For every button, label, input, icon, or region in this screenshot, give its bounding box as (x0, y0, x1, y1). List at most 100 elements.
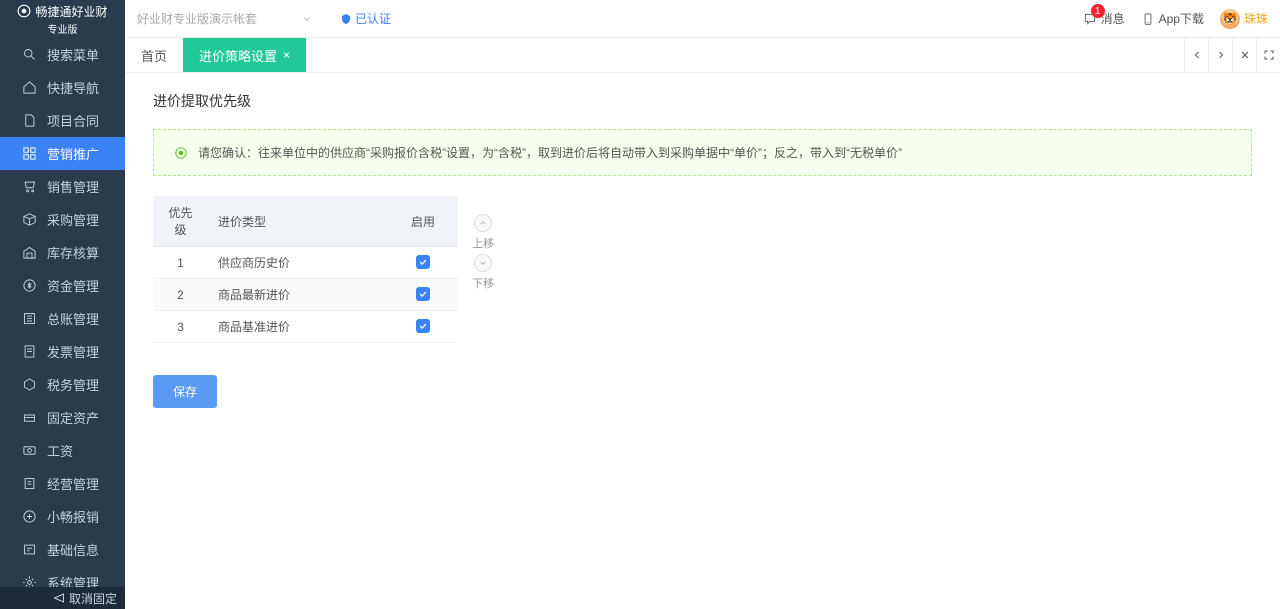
sidebar-item-label: 资金管理 (47, 276, 99, 295)
user-menu[interactable]: 🐯 珠珠 (1220, 9, 1268, 29)
cert-label: 已认证 (355, 10, 391, 27)
sidebar-item-10[interactable]: 税务管理 (0, 368, 125, 401)
sidebar-pin-toggle[interactable]: 取消固定 (0, 587, 125, 609)
sidebar-item-label: 固定资产 (47, 408, 99, 427)
cell-type: 商品最新进价 (208, 279, 388, 311)
app-download-button[interactable]: App下载 (1141, 10, 1204, 27)
sidebar-item-label: 系统管理 (47, 573, 99, 587)
th-priority: 优先级 (153, 196, 208, 247)
messages-button[interactable]: 消息 1 (1083, 10, 1125, 27)
cell-enable (388, 247, 458, 279)
sidebar-item-label: 基础信息 (47, 540, 99, 559)
sidebar-item-13[interactable]: 经营管理 (0, 467, 125, 500)
sidebar-item-14[interactable]: 小畅报销 (0, 500, 125, 533)
sidebar-item-12[interactable]: 工资 (0, 434, 125, 467)
sidebar-item-2[interactable]: 项目合同 (0, 104, 125, 137)
user-name: 珠珠 (1244, 10, 1268, 27)
sidebar-item-label: 搜索菜单 (47, 45, 99, 64)
sidebar-item-label: 工资 (47, 441, 73, 460)
company-selector[interactable]: 好业财专业版演示帐套 (137, 10, 312, 27)
asset-icon (22, 410, 37, 425)
info-icon (22, 542, 37, 557)
company-name: 好业财专业版演示帐套 (137, 10, 257, 27)
sidebar-item-1[interactable]: 快捷导航 (0, 71, 125, 104)
tab-active-label: 进价策略设置 (199, 46, 277, 65)
sidebar-item-label: 快捷导航 (47, 78, 99, 97)
invoice-icon (22, 344, 37, 359)
chevron-up-icon (474, 214, 492, 232)
messages-count: 1 (1091, 4, 1105, 18)
cell-enable (388, 311, 458, 343)
sidebar-item-label: 经营管理 (47, 474, 99, 493)
money-icon (22, 278, 37, 293)
manage-icon (22, 476, 37, 491)
cell-type: 商品基准进价 (208, 311, 388, 343)
brand-name: 畅捷通好业财 (35, 3, 107, 20)
sidebar-item-label: 库存核算 (47, 243, 99, 262)
tab-close-all-button[interactable] (1232, 38, 1256, 73)
tab-prev-button[interactable] (1184, 38, 1208, 73)
sidebar-item-3[interactable]: 营销推广 (0, 137, 125, 170)
move-down-button[interactable]: 下移 (472, 254, 494, 291)
sidebar-item-label: 发票管理 (47, 342, 99, 361)
sidebar-item-15[interactable]: 基础信息 (0, 533, 125, 566)
ledger-icon (22, 311, 37, 326)
sidebar-item-label: 总账管理 (47, 309, 99, 328)
sidebar-item-11[interactable]: 固定资产 (0, 401, 125, 434)
reimburse-icon (22, 509, 37, 524)
sidebar-item-5[interactable]: 采购管理 (0, 203, 125, 236)
tab-bar: 首页 进价策略设置 × (125, 38, 1280, 73)
grid-icon (22, 146, 37, 161)
table-row[interactable]: 1供应商历史价 (153, 247, 458, 279)
sidebar-item-label: 税务管理 (47, 375, 99, 394)
th-enable: 启用 (388, 196, 458, 247)
tax-icon (22, 377, 37, 392)
save-button[interactable]: 保存 (153, 375, 217, 408)
fullscreen-button[interactable] (1256, 38, 1280, 73)
tab-home-label: 首页 (141, 46, 167, 65)
move-down-label: 下移 (472, 275, 494, 291)
priority-table: 优先级 进价类型 启用 1供应商历史价2商品最新进价3商品基准进价 (153, 196, 458, 343)
table-row[interactable]: 2商品最新进价 (153, 279, 458, 311)
move-up-label: 上移 (472, 235, 494, 251)
checkbox-icon[interactable] (416, 319, 430, 333)
sidebar-item-label: 小畅报销 (47, 507, 99, 526)
sidebar-item-9[interactable]: 发票管理 (0, 335, 125, 368)
sidebar-footer-label: 取消固定 (69, 590, 117, 607)
sidebar-item-4[interactable]: 销售管理 (0, 170, 125, 203)
info-icon (174, 146, 188, 160)
sidebar-item-label: 项目合同 (47, 111, 99, 130)
sidebar-item-8[interactable]: 总账管理 (0, 302, 125, 335)
cell-priority: 1 (153, 247, 208, 279)
cert-badge[interactable]: 已认证 (340, 10, 391, 27)
cell-type: 供应商历史价 (208, 247, 388, 279)
th-type: 进价类型 (208, 196, 388, 247)
checkbox-icon[interactable] (416, 287, 430, 301)
sidebar-item-label: 采购管理 (47, 210, 99, 229)
brand-edition: 专业版 (48, 21, 78, 36)
cart-icon (22, 179, 37, 194)
table-row[interactable]: 3商品基准进价 (153, 311, 458, 343)
user-avatar-icon: 🐯 (1220, 9, 1240, 29)
warehouse-icon (22, 245, 37, 260)
sidebar-item-0[interactable]: 搜索菜单 (0, 38, 125, 71)
sidebar-item-6[interactable]: 库存核算 (0, 236, 125, 269)
topbar: 好业财专业版演示帐套 已认证 消息 1 App下载 (125, 0, 1280, 38)
checkbox-icon[interactable] (416, 255, 430, 269)
sidebar-item-16[interactable]: 系统管理 (0, 566, 125, 587)
home-icon (22, 80, 37, 95)
cell-priority: 3 (153, 311, 208, 343)
salary-icon (22, 443, 37, 458)
content-area: 进价提取优先级 请您确认：往来单位中的供应商“采购报价含税”设置，为“含税”，取… (125, 73, 1280, 609)
sidebar-item-7[interactable]: 资金管理 (0, 269, 125, 302)
tab-home[interactable]: 首页 (125, 38, 183, 72)
settings-icon (22, 575, 37, 587)
tab-next-button[interactable] (1208, 38, 1232, 73)
cell-enable (388, 279, 458, 311)
sidebar-item-label: 销售管理 (47, 177, 99, 196)
box-icon (22, 212, 37, 227)
move-up-button[interactable]: 上移 (472, 214, 494, 251)
file-icon (22, 113, 37, 128)
tab-price-strategy[interactable]: 进价策略设置 × (183, 38, 306, 72)
tab-close-icon[interactable]: × (283, 48, 290, 62)
